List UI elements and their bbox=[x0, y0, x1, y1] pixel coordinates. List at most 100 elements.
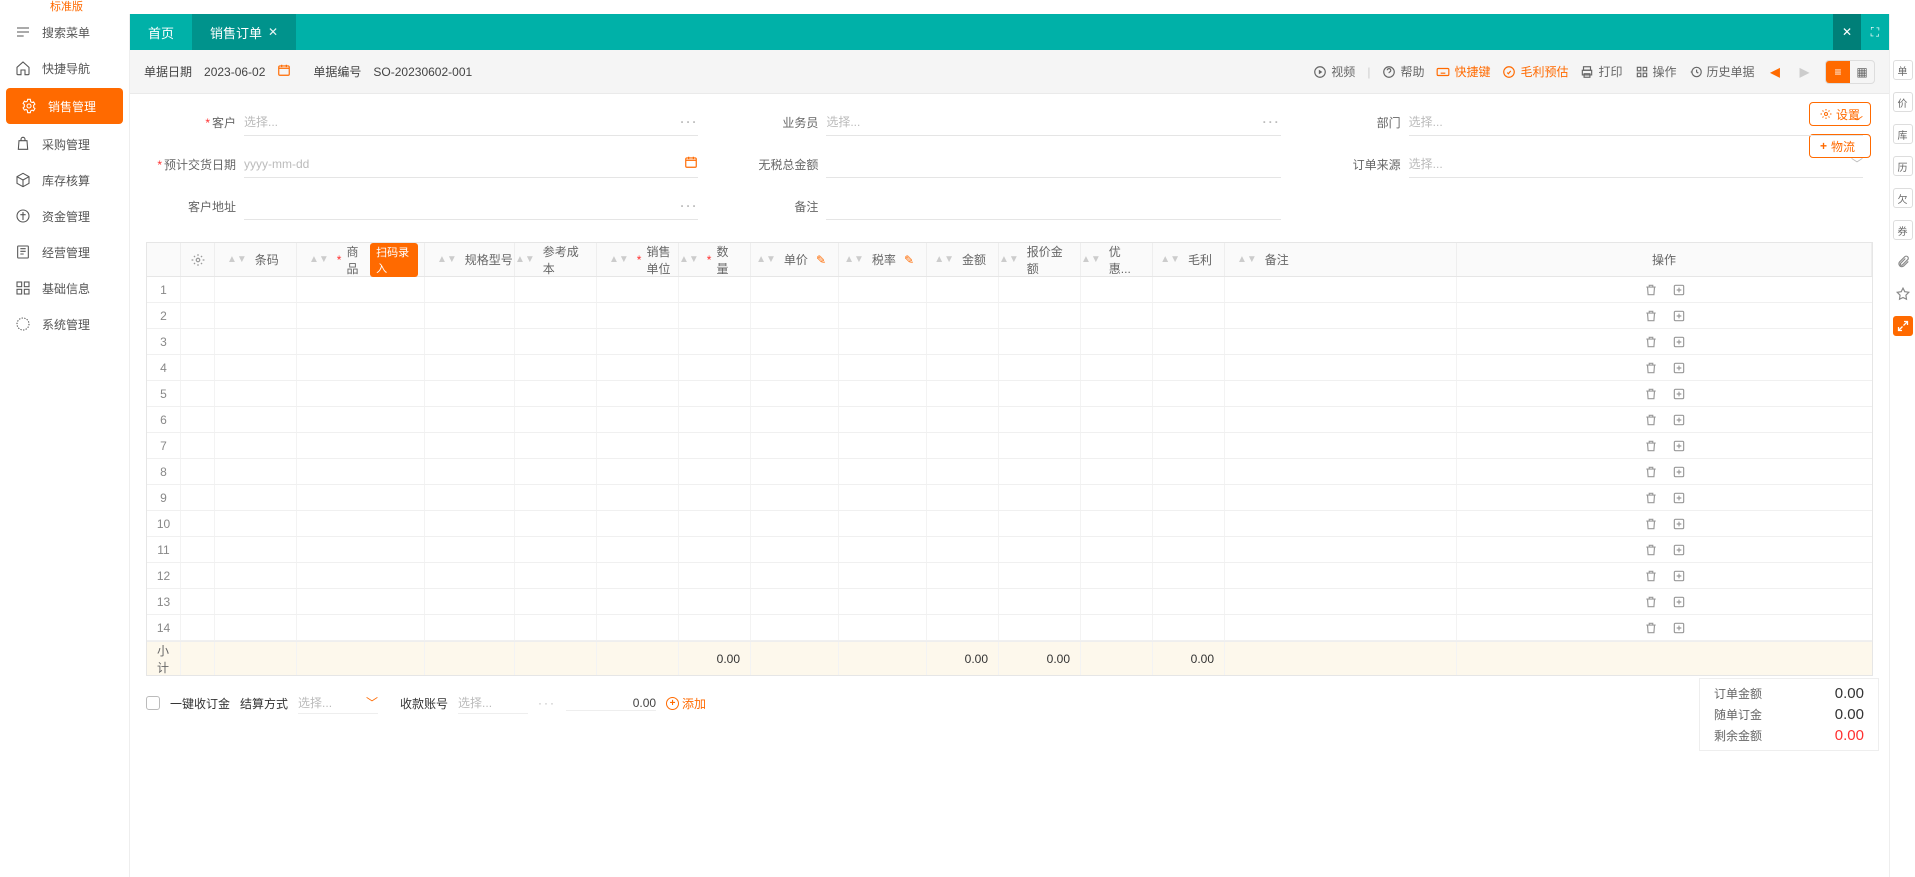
add-row-icon[interactable] bbox=[1672, 387, 1686, 401]
tab-close-icon[interactable]: ✕ bbox=[268, 25, 278, 39]
sidebar-item-sales[interactable]: 销售管理 bbox=[6, 88, 123, 124]
rb-attach-icon[interactable] bbox=[1893, 252, 1913, 272]
table-row[interactable]: 12 bbox=[147, 563, 1872, 589]
deliver-date-input[interactable]: yyyy-mm-dd bbox=[244, 150, 698, 178]
chevron-down-icon[interactable]: ﹀ bbox=[1851, 113, 1863, 130]
add-row-icon[interactable] bbox=[1672, 621, 1686, 635]
delete-row-icon[interactable] bbox=[1644, 491, 1658, 505]
table-row[interactable]: 1 bbox=[147, 277, 1872, 303]
sidebar-item-operations[interactable]: 经营管理 bbox=[0, 234, 129, 270]
delete-row-icon[interactable] bbox=[1644, 439, 1658, 453]
sidebar-item-system[interactable]: 系统管理 bbox=[0, 306, 129, 342]
col-remark[interactable]: ▲▼备注 bbox=[1225, 243, 1457, 276]
action-hotkey[interactable]: 快捷键 bbox=[1436, 63, 1490, 80]
col-amount[interactable]: ▲▼金额 bbox=[927, 243, 999, 276]
table-row[interactable]: 11 bbox=[147, 537, 1872, 563]
add-row-icon[interactable] bbox=[1672, 309, 1686, 323]
bottom-amount[interactable]: 0.00 bbox=[566, 696, 656, 711]
table-row[interactable]: 5 bbox=[147, 381, 1872, 407]
col-tax[interactable]: ▲▼税率✎ bbox=[839, 243, 927, 276]
col-unit[interactable]: ▲▼*销售单位 bbox=[597, 243, 679, 276]
action-print[interactable]: 打印 bbox=[1580, 63, 1622, 80]
add-button[interactable]: + 添加 bbox=[666, 695, 706, 712]
customer-input[interactable]: 选择... ··· bbox=[244, 108, 698, 136]
sidebar-item-basedata[interactable]: 基础信息 bbox=[0, 270, 129, 306]
calendar-icon[interactable] bbox=[277, 63, 291, 80]
rb-item-2[interactable]: 库 bbox=[1893, 124, 1913, 144]
sidebar-item-quicknav[interactable]: 快捷导航 bbox=[0, 50, 129, 86]
add-row-icon[interactable] bbox=[1672, 569, 1686, 583]
grid-settings-icon[interactable] bbox=[181, 243, 215, 276]
history-prev[interactable]: ◀ bbox=[1767, 65, 1784, 79]
delete-row-icon[interactable] bbox=[1644, 569, 1658, 583]
history-next[interactable]: ▶ bbox=[1796, 65, 1813, 79]
more-icon[interactable]: ··· bbox=[1263, 115, 1281, 129]
col-price[interactable]: ▲▼单价✎ bbox=[751, 243, 839, 276]
table-row[interactable]: 2 bbox=[147, 303, 1872, 329]
rb-item-0[interactable]: 单 bbox=[1893, 60, 1913, 80]
table-row[interactable]: 8 bbox=[147, 459, 1872, 485]
salesman-input[interactable]: 选择... ··· bbox=[826, 108, 1280, 136]
add-row-icon[interactable] bbox=[1672, 465, 1686, 479]
col-qty[interactable]: ▲▼*数量 bbox=[679, 243, 751, 276]
more-icon[interactable]: ··· bbox=[680, 115, 698, 129]
view-list-icon[interactable]: ≡ bbox=[1826, 61, 1850, 83]
add-row-icon[interactable] bbox=[1672, 283, 1686, 297]
sidebar-item-purchase[interactable]: 采购管理 bbox=[0, 126, 129, 162]
account-select[interactable]: 选择... bbox=[458, 692, 528, 714]
dept-input[interactable]: 选择... ﹀ bbox=[1409, 108, 1863, 136]
table-row[interactable]: 4 bbox=[147, 355, 1872, 381]
col-quoted[interactable]: ▲▼报价金额 bbox=[999, 243, 1081, 276]
col-refcost[interactable]: ▲▼参考成本 bbox=[515, 243, 597, 276]
edit-icon[interactable]: ✎ bbox=[904, 253, 914, 267]
table-row[interactable]: 6 bbox=[147, 407, 1872, 433]
tab-home[interactable]: 首页 bbox=[130, 14, 192, 50]
delete-row-icon[interactable] bbox=[1644, 517, 1658, 531]
delete-row-icon[interactable] bbox=[1644, 465, 1658, 479]
table-row[interactable]: 10 bbox=[147, 511, 1872, 537]
settle-select[interactable]: 选择... ﹀ bbox=[298, 692, 378, 714]
delete-row-icon[interactable] bbox=[1644, 543, 1658, 557]
table-row[interactable]: 14 bbox=[147, 615, 1872, 641]
table-row[interactable]: 9 bbox=[147, 485, 1872, 511]
delete-row-icon[interactable] bbox=[1644, 335, 1658, 349]
col-product[interactable]: ▲▼*商品扫码录入 bbox=[297, 243, 425, 276]
table-row[interactable]: 7 bbox=[147, 433, 1872, 459]
add-row-icon[interactable] bbox=[1672, 335, 1686, 349]
delete-row-icon[interactable] bbox=[1644, 361, 1658, 375]
action-video[interactable]: 视频 bbox=[1313, 63, 1355, 80]
notax-total-input[interactable] bbox=[826, 150, 1280, 178]
delete-row-icon[interactable] bbox=[1644, 595, 1658, 609]
table-row[interactable]: 3 bbox=[147, 329, 1872, 355]
rb-item-4[interactable]: 欠 bbox=[1893, 188, 1913, 208]
add-row-icon[interactable] bbox=[1672, 595, 1686, 609]
more-icon[interactable]: ··· bbox=[680, 199, 698, 213]
add-row-icon[interactable] bbox=[1672, 491, 1686, 505]
add-row-icon[interactable] bbox=[1672, 543, 1686, 557]
delete-row-icon[interactable] bbox=[1644, 387, 1658, 401]
deposit-checkbox[interactable] bbox=[146, 696, 160, 710]
add-row-icon[interactable] bbox=[1672, 517, 1686, 531]
action-history[interactable]: 历史单据 bbox=[1689, 63, 1755, 80]
edit-icon[interactable]: ✎ bbox=[816, 253, 826, 267]
col-barcode[interactable]: ▲▼条码 bbox=[215, 243, 297, 276]
add-row-icon[interactable] bbox=[1672, 413, 1686, 427]
col-spec[interactable]: ▲▼规格型号 bbox=[425, 243, 515, 276]
view-card-icon[interactable]: ▦ bbox=[1850, 61, 1874, 83]
action-profit-est[interactable]: 毛利预估 bbox=[1502, 63, 1568, 80]
tabs-maximize[interactable]: ⛶ bbox=[1861, 14, 1889, 50]
sidebar-item-search[interactable]: 搜索菜单 bbox=[0, 14, 129, 50]
delete-row-icon[interactable] bbox=[1644, 309, 1658, 323]
chevron-down-icon[interactable]: ﹀ bbox=[1851, 155, 1863, 172]
rb-item-1[interactable]: 价 bbox=[1893, 92, 1913, 112]
tabs-close-all[interactable]: ✕ bbox=[1833, 14, 1861, 50]
delete-row-icon[interactable] bbox=[1644, 283, 1658, 297]
action-help[interactable]: 帮助 bbox=[1382, 63, 1424, 80]
sidebar-item-finance[interactable]: 资金管理 bbox=[0, 198, 129, 234]
addr-input[interactable]: ··· bbox=[244, 192, 698, 220]
table-row[interactable]: 13 bbox=[147, 589, 1872, 615]
order-source-input[interactable]: 选择... ﹀ bbox=[1409, 150, 1863, 178]
col-profit[interactable]: ▲▼毛利 bbox=[1153, 243, 1225, 276]
rb-item-5[interactable]: 券 bbox=[1893, 220, 1913, 240]
delete-row-icon[interactable] bbox=[1644, 621, 1658, 635]
